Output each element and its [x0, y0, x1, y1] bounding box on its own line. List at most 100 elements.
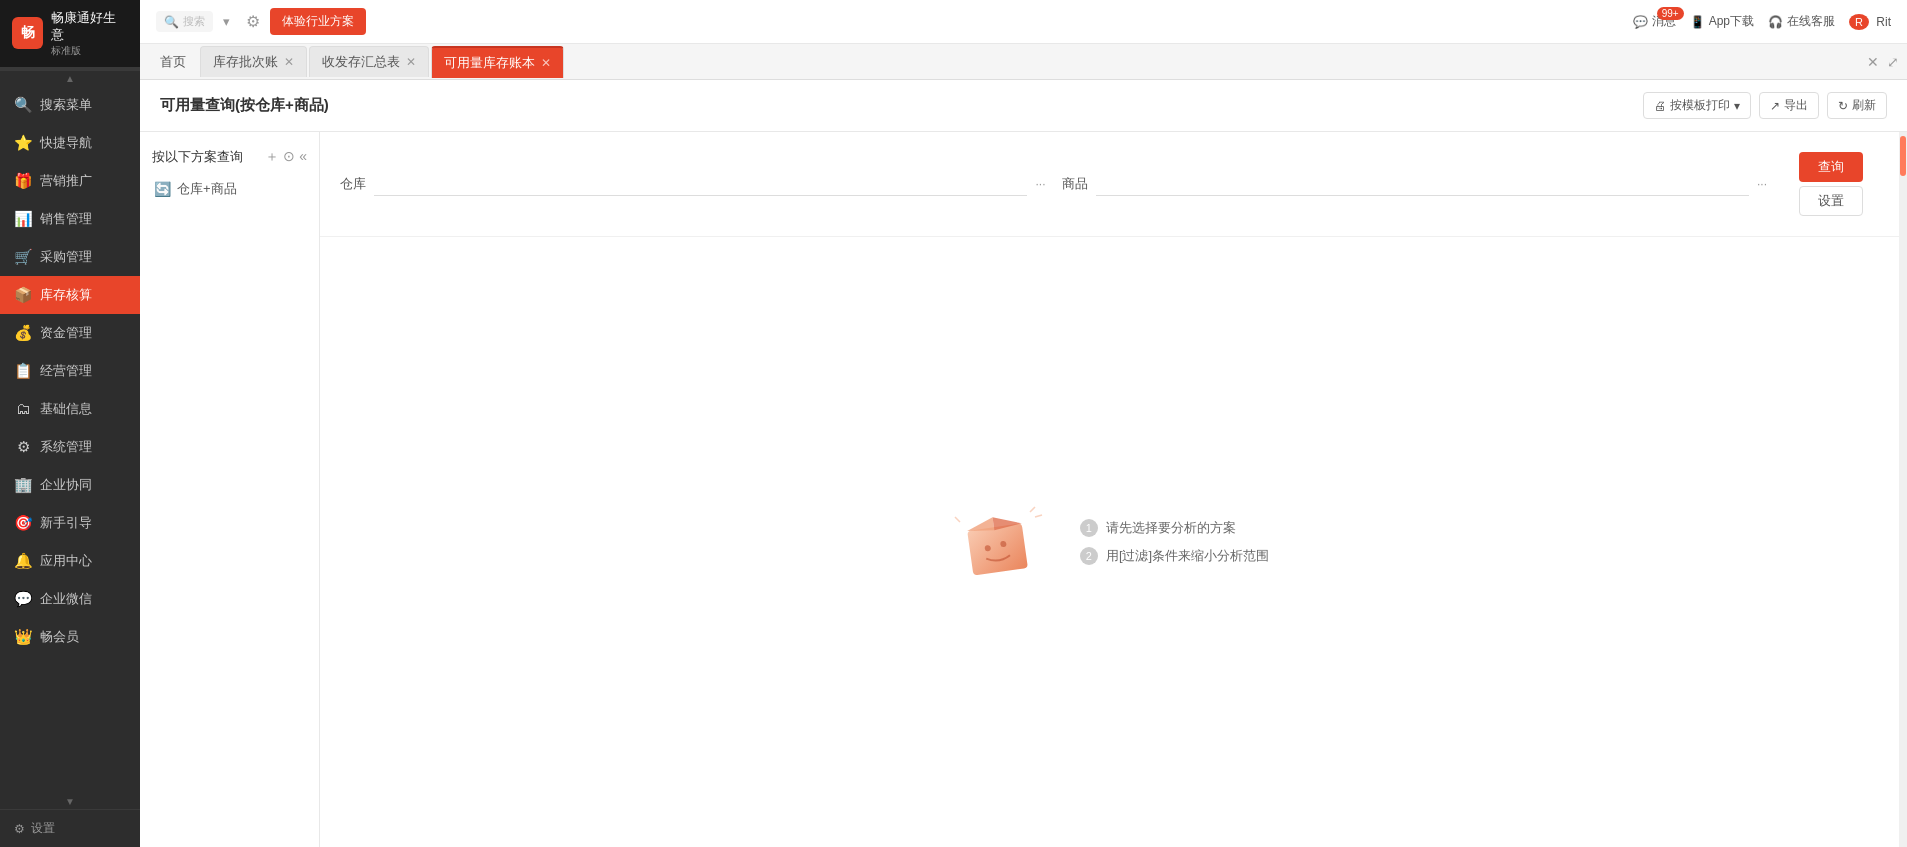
brand-name: 畅康通好生意 [51, 10, 128, 44]
print-icon: 🖨 [1654, 99, 1666, 113]
brand-info: 畅康通好生意 标准版 [51, 10, 128, 57]
sidebar-item-appstore[interactable]: 🔔 应用中心 [0, 542, 140, 580]
settings-btn[interactable]: 设置 [1799, 186, 1863, 216]
tab-close-available[interactable]: ✕ [541, 56, 551, 70]
industry-btn[interactable]: 体验行业方案 [270, 8, 366, 35]
page-actions: 🖨 按模板打印 ▾ ↗ 导出 ↻ 刷新 [1643, 92, 1887, 119]
sidebar-item-search[interactable]: 🔍 搜索菜单 [0, 86, 140, 124]
sidebar-item-operation[interactable]: 📋 经营管理 [0, 352, 140, 390]
scroll-down[interactable]: ▼ [0, 794, 140, 809]
phone-icon: 📱 [1690, 15, 1705, 29]
money-icon: 💰 [14, 324, 32, 342]
export-icon: ↗ [1770, 99, 1780, 113]
sidebar-item-enterprise[interactable]: 🏢 企业协同 [0, 466, 140, 504]
chart-icon: 📊 [14, 210, 32, 228]
content-area: 按以下方案查询 ＋ ⊙ « 🔄 仓库+商品 仓库 ··· [140, 132, 1907, 847]
sidebar-item-shortcut[interactable]: ⭐ 快捷导航 [0, 124, 140, 162]
product-label: 商品 [1062, 175, 1088, 193]
user-avatar: R [1849, 14, 1869, 30]
scrollbar-thumb[interactable] [1900, 136, 1906, 176]
edit-scheme-icon[interactable]: ⊙ [283, 148, 295, 166]
sidebar-item-wechat[interactable]: 💬 企业微信 [0, 580, 140, 618]
search-bar-text: 搜索 [183, 14, 205, 29]
product-filter: 商品 ··· [1062, 172, 1768, 196]
scroll-up[interactable]: ▲ [0, 71, 140, 86]
refresh-btn[interactable]: ↻ 刷新 [1827, 92, 1887, 119]
main-area: 🔍 搜索 ▾ ⚙ 体验行业方案 💬 消息 99+ 📱 App下载 🎧 在线客服 … [140, 0, 1907, 847]
dropdown-chevron-icon[interactable]: ▾ [223, 14, 230, 29]
star-icon: ⭐ [14, 134, 32, 152]
topbar: 🔍 搜索 ▾ ⚙ 体验行业方案 💬 消息 99+ 📱 App下载 🎧 在线客服 … [140, 0, 1907, 44]
sidebar-item-basic[interactable]: 🗂 基础信息 [0, 390, 140, 428]
product-input[interactable] [1096, 172, 1749, 196]
clipboard-icon: 📋 [14, 362, 32, 380]
sidebar-item-marketing[interactable]: 🎁 营销推广 [0, 162, 140, 200]
crown-icon: 👑 [14, 628, 32, 646]
filter-row: 仓库 ··· 商品 ··· 查询 设置 [320, 132, 1899, 237]
tab-batch-account[interactable]: 库存批次账 ✕ [200, 46, 307, 77]
tab-home[interactable]: 首页 [148, 47, 198, 77]
tab-expand-icon[interactable]: ⤢ [1887, 54, 1899, 70]
query-scheme-item[interactable]: 🔄 仓库+商品 [140, 172, 319, 206]
filter-actions: 查询 设置 [1783, 144, 1879, 224]
message-badge: 99+ [1657, 7, 1684, 20]
gear-icon: ⚙ [14, 438, 32, 456]
tip-text-1: 请先选择要分析的方案 [1106, 519, 1236, 537]
sidebar-item-system[interactable]: ⚙ 系统管理 [0, 428, 140, 466]
empty-tips: 1 请先选择要分析的方案 2 用[过滤]条件来缩小分析范围 [1080, 519, 1269, 565]
tab-close-icon[interactable]: ✕ [1867, 54, 1879, 70]
tip-item-1: 1 请先选择要分析的方案 [1080, 519, 1269, 537]
sidebar-item-member[interactable]: 👑 畅会员 [0, 618, 140, 656]
brand-logo: 畅 [12, 17, 43, 49]
warehouse-more-icon[interactable]: ··· [1035, 177, 1045, 191]
search-bar[interactable]: 🔍 搜索 [156, 11, 213, 32]
query-right: 仓库 ··· 商品 ··· 查询 设置 [320, 132, 1899, 847]
warehouse-label: 仓库 [340, 175, 366, 193]
user-menu[interactable]: R Rit [1849, 15, 1891, 29]
svg-line-5 [955, 517, 960, 522]
warehouse-filter: 仓库 ··· [340, 172, 1046, 196]
app-download-btn[interactable]: 📱 App下载 [1690, 13, 1754, 30]
page-header: 可用量查询(按仓库+商品) 🖨 按模板打印 ▾ ↗ 导出 ↻ 刷新 [140, 80, 1907, 132]
tab-close-collect[interactable]: ✕ [406, 55, 416, 69]
add-scheme-icon[interactable]: ＋ [265, 148, 279, 166]
search-bar-icon: 🔍 [164, 15, 179, 29]
tip-item-2: 2 用[过滤]条件来缩小分析范围 [1080, 547, 1269, 565]
footer-label: 设置 [31, 820, 55, 837]
tip-num-1: 1 [1080, 519, 1098, 537]
topbar-gear-icon[interactable]: ⚙ [246, 12, 260, 31]
query-panel: 按以下方案查询 ＋ ⊙ « 🔄 仓库+商品 [140, 132, 320, 847]
tab-close-batch[interactable]: ✕ [284, 55, 294, 69]
sidebar-scroll: 🔍 搜索菜单 ⭐ 快捷导航 🎁 营销推广 📊 销售管理 🛒 采购管理 📦 库存核… [0, 86, 140, 794]
headset-icon: 🎧 [1768, 15, 1783, 29]
tabs-bar: 首页 库存批次账 ✕ 收发存汇总表 ✕ 可用量库存账本 ✕ ✕ ⤢ [140, 44, 1907, 80]
query-btn[interactable]: 查询 [1799, 152, 1863, 182]
message-btn[interactable]: 💬 消息 99+ [1633, 13, 1676, 30]
scheme-icon: 🔄 [154, 181, 171, 197]
sidebar-item-inventory[interactable]: 📦 库存核算 [0, 276, 140, 314]
tab-collect-summary[interactable]: 收发存汇总表 ✕ [309, 46, 429, 77]
export-btn[interactable]: ↗ 导出 [1759, 92, 1819, 119]
brand-tag: 标准版 [51, 44, 128, 57]
sidebar-item-finance[interactable]: 💰 资金管理 [0, 314, 140, 352]
tab-controls: ✕ ⤢ [1867, 54, 1899, 70]
query-panel-actions: ＋ ⊙ « [265, 148, 307, 166]
sidebar-item-sales[interactable]: 📊 销售管理 [0, 200, 140, 238]
product-more-icon[interactable]: ··· [1757, 177, 1767, 191]
warehouse-input[interactable] [374, 172, 1027, 196]
sidebar-item-newbie[interactable]: 🎯 新手引导 [0, 504, 140, 542]
print-chevron-icon: ▾ [1734, 99, 1740, 113]
sidebar-footer[interactable]: ⚙ 设置 [0, 809, 140, 847]
svg-rect-0 [967, 523, 1028, 575]
right-scrollbar[interactable] [1899, 132, 1907, 847]
print-btn[interactable]: 🖨 按模板打印 ▾ [1643, 92, 1751, 119]
tab-available-qty[interactable]: 可用量库存账本 ✕ [431, 46, 564, 78]
collapse-panel-icon[interactable]: « [299, 148, 307, 166]
tip-num-2: 2 [1080, 547, 1098, 565]
folder-icon: 🗂 [14, 400, 32, 417]
empty-state: 1 请先选择要分析的方案 2 用[过滤]条件来缩小分析范围 [320, 237, 1899, 847]
sidebar-item-purchase[interactable]: 🛒 采购管理 [0, 238, 140, 276]
settings-icon: ⚙ [14, 822, 25, 836]
topbar-right: 💬 消息 99+ 📱 App下载 🎧 在线客服 R Rit [1633, 13, 1891, 30]
online-service-btn[interactable]: 🎧 在线客服 [1768, 13, 1835, 30]
